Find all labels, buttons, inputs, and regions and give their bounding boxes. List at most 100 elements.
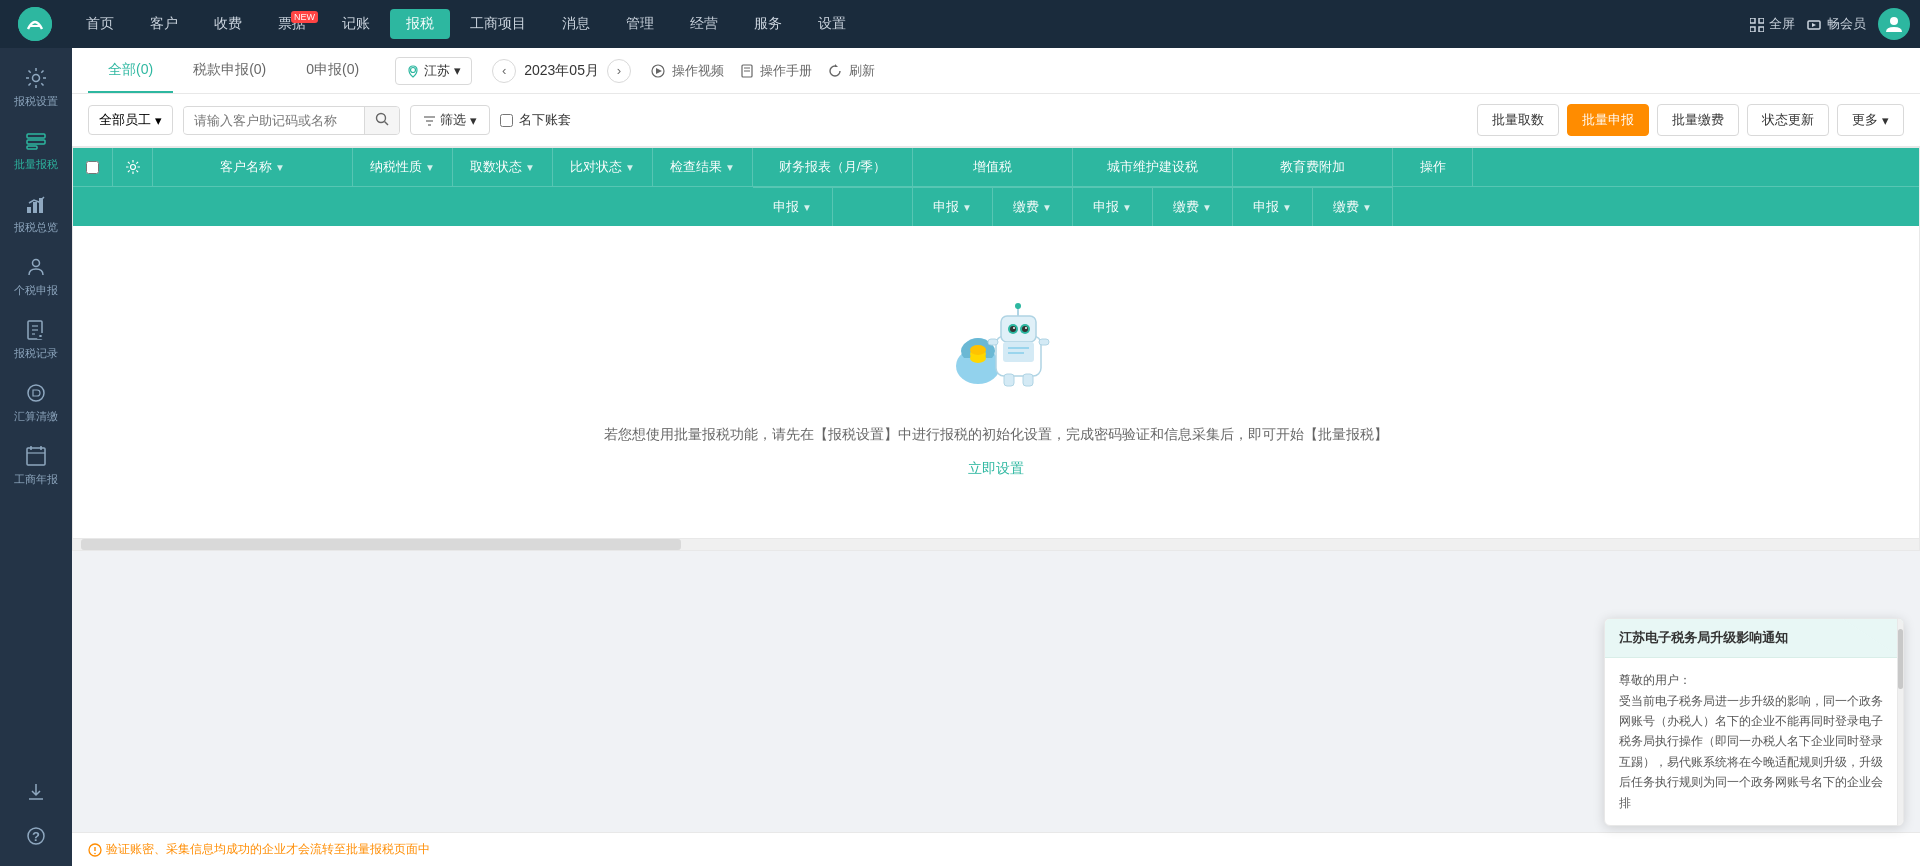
province-selector[interactable]: 江苏 ▾ bbox=[395, 57, 472, 85]
svg-rect-3 bbox=[1759, 18, 1764, 23]
nav-tax[interactable]: 报税 bbox=[390, 9, 450, 39]
horizontal-scrollbar[interactable] bbox=[73, 538, 1919, 550]
nav-accounting[interactable]: 记账 bbox=[326, 9, 386, 39]
sidebar-item-download[interactable] bbox=[0, 770, 72, 814]
urban-declare-filter-icon[interactable]: ▼ bbox=[1122, 202, 1132, 213]
setup-link[interactable]: 立即设置 bbox=[968, 460, 1024, 478]
scrollbar-thumb[interactable] bbox=[81, 539, 681, 550]
notification-panel: 江苏电子税务局升级影响通知 × 尊敬的用户： 受当前电子税务局进一步升级的影响，… bbox=[1604, 618, 1904, 826]
vat-declare-filter-icon[interactable]: ▼ bbox=[962, 202, 972, 213]
prev-month-btn[interactable]: ‹ bbox=[492, 59, 516, 83]
sidebar-item-tax-record[interactable]: 报税记录 bbox=[0, 308, 72, 371]
svg-point-38 bbox=[377, 113, 386, 122]
sidebar-item-help[interactable]: ? bbox=[0, 814, 72, 858]
member-btn[interactable]: 畅会员 bbox=[1807, 15, 1866, 33]
svg-point-24 bbox=[28, 385, 44, 401]
svg-rect-12 bbox=[27, 146, 37, 149]
sidebar-item-annual-report[interactable]: 工商年报 bbox=[0, 434, 72, 497]
name-filter-icon[interactable]: ▼ bbox=[275, 162, 285, 173]
compare-filter-icon[interactable]: ▼ bbox=[625, 162, 635, 173]
user-avatar[interactable] bbox=[1878, 8, 1910, 40]
tab-tax-declare[interactable]: 税款申报(0) bbox=[173, 49, 286, 93]
th-tax-nature: 纳税性质 ▼ bbox=[353, 148, 453, 186]
svg-rect-65 bbox=[1004, 374, 1014, 386]
month-display: 2023年05月 bbox=[524, 62, 599, 80]
nav-message[interactable]: 消息 bbox=[546, 9, 606, 39]
logo[interactable] bbox=[10, 0, 60, 48]
manual-link[interactable]: 操作手册 bbox=[740, 62, 813, 80]
status-update-btn[interactable]: 状态更新 bbox=[1747, 104, 1829, 136]
filter-btn[interactable]: 筛选 ▾ bbox=[410, 105, 490, 135]
nav-customer[interactable]: 客户 bbox=[134, 9, 194, 39]
edu-pay-filter-icon[interactable]: ▼ bbox=[1362, 202, 1372, 213]
search-input[interactable] bbox=[184, 108, 364, 133]
urban-pay-filter-icon[interactable]: ▼ bbox=[1202, 202, 1212, 213]
top-navigation: 首页 客户 收费 票据 NEW 记账 报税 工商项目 消息 管理 经营 服务 设… bbox=[0, 0, 1920, 48]
select-all-checkbox[interactable] bbox=[86, 161, 99, 174]
sidebar-item-tax-summary[interactable]: 报税总览 bbox=[0, 182, 72, 245]
nav-invoice[interactable]: 票据 NEW bbox=[262, 9, 322, 39]
th-check-result: 检查结果 ▼ bbox=[653, 148, 753, 186]
empty-state: 若您想使用批量报税功能，请先在【报税设置】中进行报税的初始化设置，完成密码验证和… bbox=[73, 226, 1919, 538]
toolbar: 全部员工 ▾ 筛选 ▾ 名下账套 批量取数 批量申报 批量缴费 状态更新 更多 … bbox=[72, 94, 1920, 147]
sidebar-label-clearance: 汇算清缴 bbox=[14, 409, 58, 424]
sidebar-item-tax-settings[interactable]: 报税设置 bbox=[0, 56, 72, 119]
toolbar-right: 批量取数 批量申报 批量缴费 状态更新 更多 ▾ bbox=[1477, 104, 1904, 136]
next-month-btn[interactable]: › bbox=[607, 59, 631, 83]
checkbox-accounts[interactable]: 名下账套 bbox=[500, 111, 571, 129]
check-filter-icon[interactable]: ▼ bbox=[725, 162, 735, 173]
tab-all[interactable]: 全部(0) bbox=[88, 49, 173, 93]
robot-illustration bbox=[936, 286, 1056, 406]
vat-pay-filter-icon[interactable]: ▼ bbox=[1042, 202, 1052, 213]
nav-billing[interactable]: 收费 bbox=[198, 9, 258, 39]
th-gear[interactable] bbox=[113, 148, 153, 186]
accounts-checkbox[interactable] bbox=[500, 114, 513, 127]
th-checkbox[interactable] bbox=[73, 148, 113, 186]
financial-declare-filter-icon[interactable]: ▼ bbox=[802, 202, 812, 213]
fetch-filter-icon[interactable]: ▼ bbox=[525, 162, 535, 173]
sidebar-item-clearance[interactable]: 汇算清缴 bbox=[0, 371, 72, 434]
svg-point-54 bbox=[1010, 326, 1016, 332]
th-operation: 操作 bbox=[1393, 148, 1473, 186]
nav-bizproject[interactable]: 工商项目 bbox=[454, 9, 542, 39]
th-fetch-status: 取数状态 ▼ bbox=[453, 148, 553, 186]
tax-record-icon bbox=[24, 318, 48, 342]
th-vat-pay: 缴费 ▼ bbox=[993, 187, 1073, 226]
notif-vscroll-thumb[interactable] bbox=[1898, 629, 1903, 689]
search-btn[interactable] bbox=[364, 107, 399, 134]
svg-point-8 bbox=[1890, 17, 1898, 25]
th-edu-pay: 缴费 ▼ bbox=[1313, 187, 1393, 226]
tax-settings-icon bbox=[24, 66, 48, 90]
svg-text:?: ? bbox=[32, 829, 40, 844]
svg-rect-10 bbox=[27, 134, 45, 138]
nav-service[interactable]: 服务 bbox=[738, 9, 798, 39]
video-link[interactable]: 操作视频 bbox=[651, 62, 724, 80]
staff-selector[interactable]: 全部员工 ▾ bbox=[88, 105, 173, 135]
more-btn[interactable]: 更多 ▾ bbox=[1837, 104, 1904, 136]
sidebar-item-personal-tax[interactable]: 个税申报 bbox=[0, 245, 72, 308]
notification-decoration bbox=[1843, 619, 1903, 659]
refresh-link[interactable]: 刷新 bbox=[828, 62, 875, 80]
fullscreen-btn[interactable]: 全屏 bbox=[1750, 15, 1796, 33]
notif-vscrollbar[interactable] bbox=[1897, 619, 1903, 825]
action-links: 操作视频 操作手册 刷新 bbox=[651, 62, 875, 80]
batch-declare-btn[interactable]: 批量申报 bbox=[1567, 104, 1649, 136]
tax-nature-filter-icon[interactable]: ▼ bbox=[425, 162, 435, 173]
batch-fetch-btn[interactable]: 批量取数 bbox=[1477, 104, 1559, 136]
batch-pay-btn[interactable]: 批量缴费 bbox=[1657, 104, 1739, 136]
th-urban-pay: 缴费 ▼ bbox=[1153, 187, 1233, 226]
help-icon: ? bbox=[24, 824, 48, 848]
tab-zero-declare[interactable]: 0申报(0) bbox=[286, 49, 379, 93]
svg-point-16 bbox=[33, 260, 40, 267]
th-urban-tax: 城市维护建设税 bbox=[1073, 148, 1233, 186]
sidebar-item-batch-tax[interactable]: 批量报税 bbox=[0, 119, 72, 182]
nav-home[interactable]: 首页 bbox=[70, 9, 130, 39]
nav-operation[interactable]: 经营 bbox=[674, 9, 734, 39]
svg-rect-25 bbox=[27, 448, 45, 465]
nav-manage[interactable]: 管理 bbox=[610, 9, 670, 39]
edu-declare-filter-icon[interactable]: ▼ bbox=[1282, 202, 1292, 213]
status-bar: 验证账密、采集信息均成功的企业才会流转至批量报税页面中 bbox=[72, 832, 1920, 866]
nav-settings[interactable]: 设置 bbox=[802, 9, 862, 39]
svg-rect-14 bbox=[33, 202, 37, 213]
nav-right: 全屏 畅会员 bbox=[1750, 8, 1910, 40]
